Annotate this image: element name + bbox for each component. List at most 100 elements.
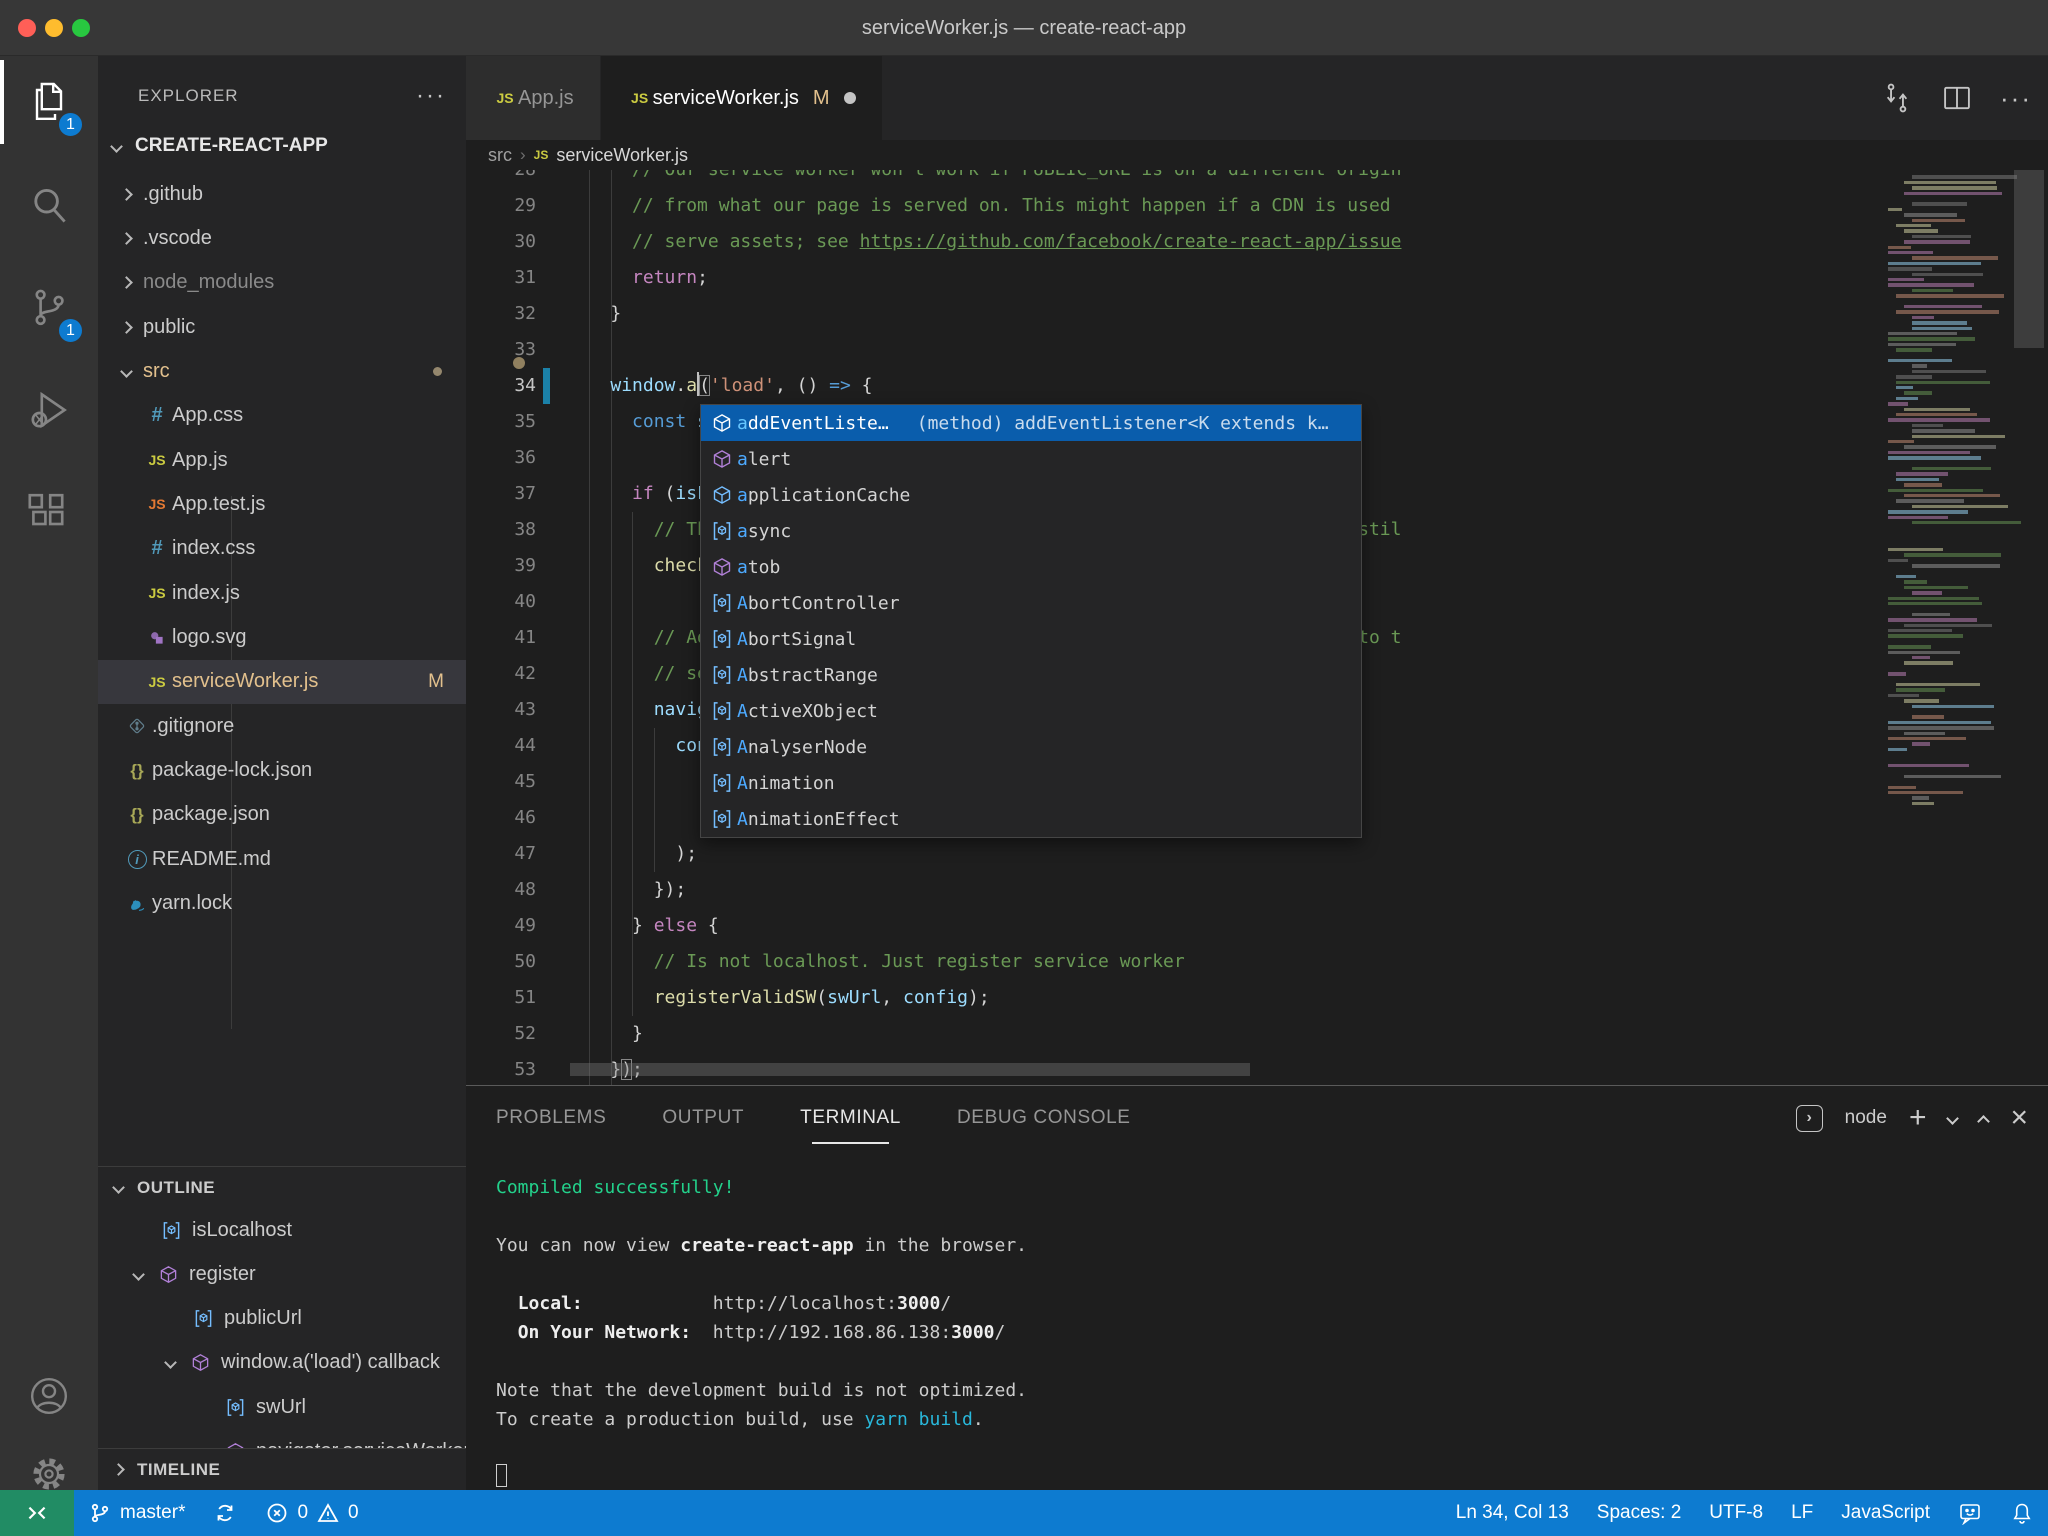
breadcrumb-folder[interactable]: src [488,145,512,166]
panel-tab-debug-console[interactable]: DEBUG CONSOLE [957,1086,1131,1150]
maximize-panel-icon[interactable] [1977,1114,1991,1128]
breadcrumb-file[interactable]: serviceWorker.js [556,145,688,166]
suggestion-label: AbstractRange [737,664,878,686]
tree-item-logo-svg[interactable]: logo.svg [98,616,466,660]
language-mode[interactable]: JavaScript [1827,1490,1944,1536]
activity-run-debug[interactable] [0,364,98,456]
suggestion-alert[interactable]: alert [701,441,1361,477]
tab-app-js[interactable]: JS App.js [466,56,601,140]
code-line-48[interactable]: 48 }); [466,872,2026,908]
line-number: 46 [514,807,536,828]
suggestion-activexobject[interactable]: ActiveXObject [701,693,1361,729]
outline-section-header[interactable]: OUTLINE [98,1166,466,1208]
tree-item-public[interactable]: public [98,305,466,349]
close-panel-icon[interactable]: × [2010,1101,2028,1135]
tree-item-app-css[interactable]: # App.css [98,394,466,438]
terminal-line: You can now view create-react-app in the… [496,1235,1028,1256]
more-actions-icon[interactable]: ··· [2000,83,2032,114]
git-branch-status[interactable]: master* [74,1490,199,1536]
suggestion-applicationcache[interactable]: applicationCache [701,477,1361,513]
code-line-28[interactable]: 28 // Our service worker won't work if P… [466,170,2026,188]
code-line-52[interactable]: 52 } [466,1016,2026,1052]
explorer-more-actions-icon[interactable]: ··· [416,82,446,110]
terminal-icon: › [1795,1104,1823,1132]
panel-tab-problems[interactable]: PROBLEMS [496,1086,606,1150]
tab-serviceworker-js[interactable]: JS serviceWorker.js M [600,56,883,140]
code-line-30[interactable]: 30 // serve assets; see https://github.c… [466,224,2026,260]
code-line-34[interactable]: 34 window.a ('load', () => { [466,368,2026,404]
outline-item-register[interactable]: register [98,1252,466,1296]
problems-status[interactable]: 0 0 [251,1490,372,1536]
tree-item-src[interactable]: src [98,349,466,393]
tree-item-gitignore[interactable]: .gitignore [98,704,466,748]
sync-status[interactable] [199,1490,251,1536]
activity-extensions[interactable] [0,466,98,558]
code-line-31[interactable]: 31 return; [466,260,2026,296]
suggestion-atob[interactable]: atob [701,549,1361,585]
suggestion-async[interactable]: async [701,513,1361,549]
encoding-setting[interactable]: UTF-8 [1695,1490,1777,1536]
outline-item-publicurl[interactable]: publicUrl [98,1297,466,1341]
suggestion-addeventliste[interactable]: addEventListe… (method) addEventListener<… [701,405,1361,441]
tree-item-app-js[interactable]: JS App.js [98,438,466,482]
vertical-scrollbar[interactable] [2014,170,2044,348]
project-root-folder[interactable]: CREATE-REACT-APP [98,124,466,168]
open-changes-icon[interactable] [1880,81,1914,115]
outline-item-window-a-load-callback[interactable]: window.a('load') callback [98,1341,466,1385]
feedback-button[interactable] [1944,1490,1996,1536]
panel-tab-output[interactable]: OUTPUT [662,1086,744,1150]
code-line-51[interactable]: 51 registerValidSW(swUrl, config); [466,980,2026,1016]
suggestion-abortcontroller[interactable]: AbortController [701,585,1361,621]
outline-item-islocalhost[interactable]: isLocalhost [98,1208,466,1252]
notifications-button[interactable] [1996,1490,2048,1536]
suggestion-animationeffect[interactable]: AnimationEffect [701,801,1361,837]
line-number: 40 [514,591,536,612]
minimap[interactable] [1884,170,2021,830]
terminal-shell-label[interactable]: node [1845,1107,1887,1129]
panel-tab-terminal[interactable]: TERMINAL [800,1086,901,1150]
terminal-dropdown-icon[interactable] [1946,1111,1960,1125]
activity-explorer[interactable]: 1 [0,56,98,148]
tree-item-readme-md[interactable]: i README.md [98,837,466,881]
code-line-29[interactable]: 29 // from what our page is served on. T… [466,188,2026,224]
tree-item-node-modules[interactable]: node_modules [98,261,466,305]
activity-source-control[interactable]: 1 [0,262,98,354]
suggestion-analysernode[interactable]: AnalyserNode [701,729,1361,765]
new-terminal-icon[interactable]: + [1909,1101,1927,1135]
tree-item-package-lock-json[interactable]: {} package-lock.json [98,749,466,793]
split-editor-icon[interactable] [1940,81,1974,115]
code-line-33[interactable]: 33 [466,332,2026,368]
outline-item-swurl[interactable]: swUrl [98,1385,466,1429]
line-number: 37 [514,483,536,504]
tree-item-serviceworker-js[interactable]: JS serviceWorker.js M [98,659,466,704]
outline-item-navigator-serviceworker-read[interactable]: navigator.serviceWorker.read [98,1430,466,1448]
line-content: } [632,1023,643,1044]
tree-item-yarn-lock[interactable]: yarn.lock [98,882,466,926]
remote-indicator[interactable] [0,1490,74,1536]
cursor-position[interactable]: Ln 34, Col 13 [1442,1490,1583,1536]
tree-item-index-js[interactable]: JS index.js [98,571,466,615]
outline-label: publicUrl [224,1307,302,1330]
js-file-icon: JS [496,90,514,106]
timeline-section-header[interactable]: TIMELINE [98,1448,466,1490]
indentation-setting[interactable]: Spaces: 2 [1583,1490,1696,1536]
tree-item-github[interactable]: .github [98,172,466,216]
code-line-49[interactable]: 49 } else { [466,908,2026,944]
tree-item-vscode[interactable]: .vscode [98,216,466,260]
eol-setting[interactable]: LF [1777,1490,1827,1536]
tree-item-app-test-js[interactable]: JS App.test.js [98,482,466,526]
activity-search[interactable] [0,160,98,252]
terminal-cursor [496,1464,507,1487]
tree-item-package-json[interactable]: {} package.json [98,793,466,837]
code-line-50[interactable]: 50 // Is not localhost. Just register se… [466,944,2026,980]
code-line-32[interactable]: 32 } [466,296,2026,332]
suggestion-abortsignal[interactable]: AbortSignal [701,621,1361,657]
suggestion-animation[interactable]: Animation [701,765,1361,801]
horizontal-scrollbar[interactable] [570,1063,1250,1076]
tree-item-index-css[interactable]: # index.css [98,527,466,571]
outline-label: swUrl [256,1395,306,1418]
code-line-47[interactable]: 47 ); [466,836,2026,872]
suggestion-abstractrange[interactable]: AbstractRange [701,657,1361,693]
line-content: return; [632,267,708,288]
terminal-output[interactable]: Compiled successfully! You can now view c… [496,1173,2028,1490]
